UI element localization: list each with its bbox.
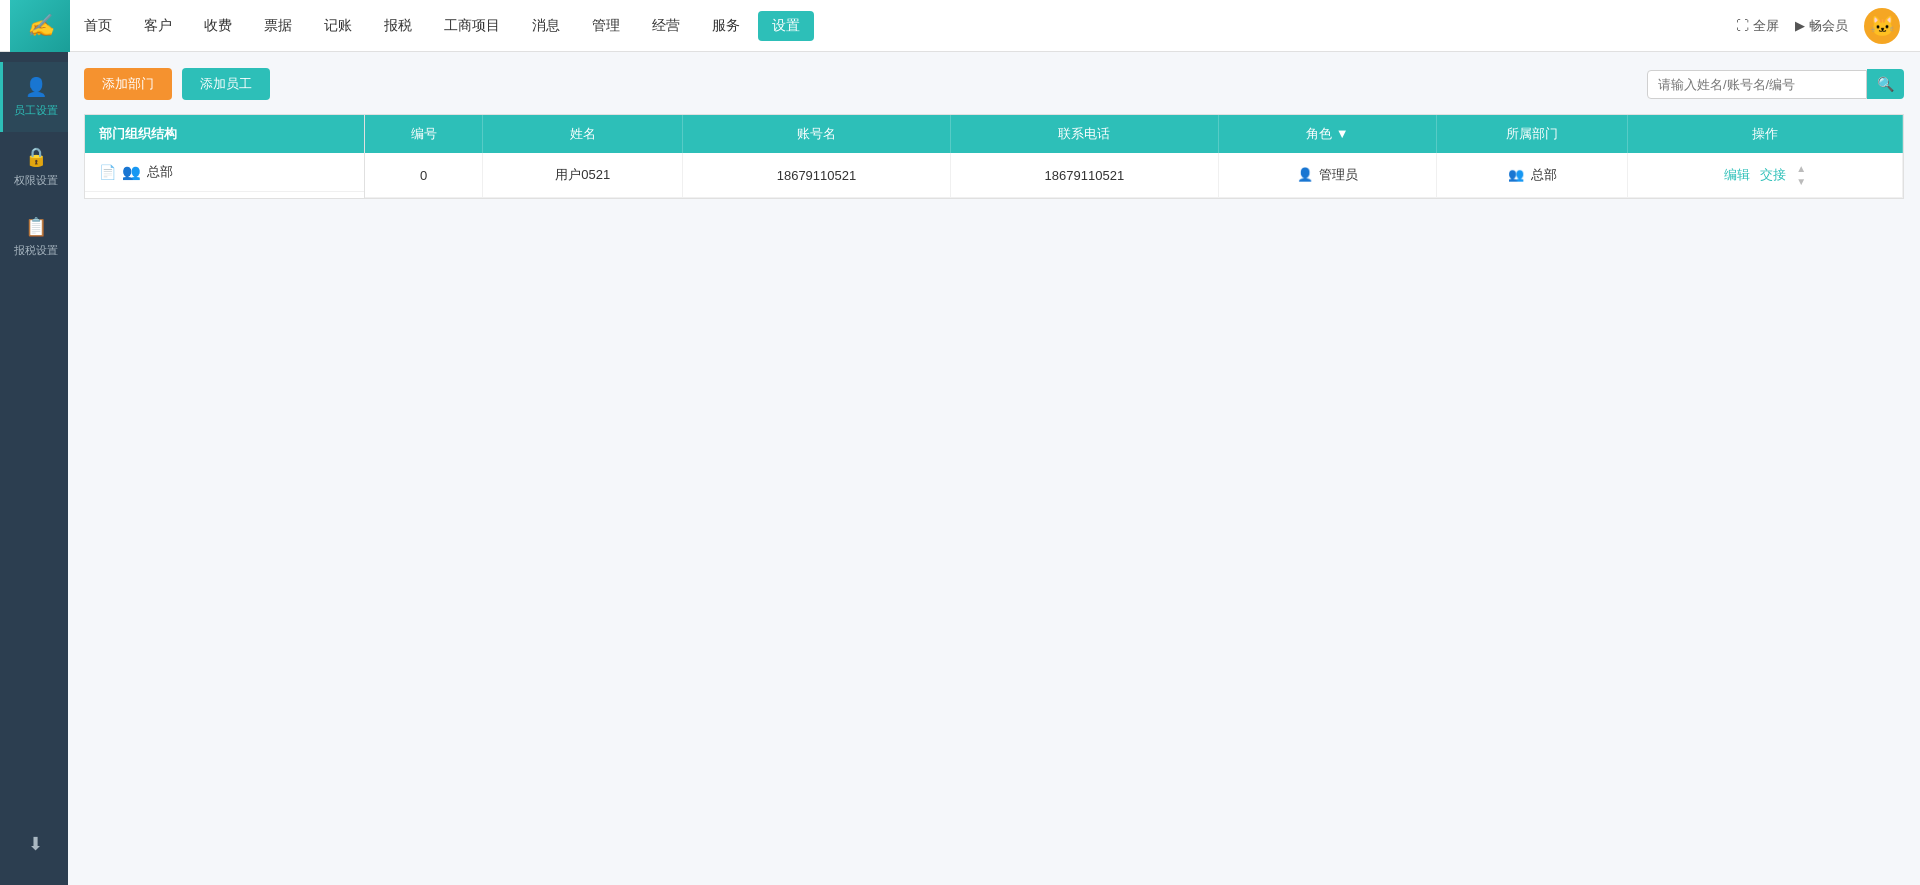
nav-invoice[interactable]: 票据 [250,11,306,41]
fullscreen-label: 全屏 [1753,17,1779,35]
nav-home[interactable]: 首页 [70,11,126,41]
download-icon: ⬇ [28,833,43,855]
avatar[interactable]: 🐱 [1864,8,1900,44]
cell-name: 用户0521 [483,153,683,198]
member-label: 畅会员 [1809,17,1848,35]
nav-fee[interactable]: 收费 [190,11,246,41]
scroll-down-icon[interactable]: ▼ [1796,176,1806,187]
file-icon: 📄 [99,164,116,180]
content-area: 添加部门 添加员工 🔍 部门组织结构 📄 👥 总部 [68,52,1920,885]
search-area: 🔍 [1647,69,1904,99]
dept-user-icon-sm: 👥 [1508,167,1524,182]
tax-icon: 📋 [25,216,47,238]
scroll-up-icon[interactable]: ▲ [1796,163,1806,174]
nav-items: 首页 客户 收费 票据 记账 报税 工商项目 消息 管理 经营 服务 设置 [70,11,1736,41]
dept-tree-item[interactable]: 📄 👥 总部 [85,153,364,192]
sidebar-item-permission-settings[interactable]: 🔒 权限设置 [0,132,68,202]
search-button[interactable]: 🔍 [1867,69,1904,99]
sidebar: 👤 员工设置 🔒 权限设置 📋 报税设置 ⬇ [0,52,68,885]
dept-value: 总部 [1531,167,1557,182]
dept-panel: 部门组织结构 📄 👥 总部 [85,115,365,198]
transfer-link[interactable]: 交接 [1760,166,1786,184]
toolbar: 添加部门 添加员工 🔍 [84,68,1904,100]
add-employee-button[interactable]: 添加员工 [182,68,270,100]
edit-link[interactable]: 编辑 [1724,166,1750,184]
col-phone: 联系电话 [950,115,1218,153]
nav-business[interactable]: 工商项目 [430,11,514,41]
employee-table: 编号 姓名 账号名 联系电话 角色 ▼ 所属部门 操作 0 用户0521 [365,115,1903,198]
cell-dept: 👥 总部 [1437,153,1628,198]
sidebar-item-employee-settings[interactable]: 👤 员工设置 [0,62,68,132]
dept-user-icon: 👥 [122,163,141,181]
col-id: 编号 [365,115,483,153]
col-dept: 所属部门 [1437,115,1628,153]
nav-manage[interactable]: 管理 [578,11,634,41]
nav-tax[interactable]: 报税 [370,11,426,41]
lock-icon: 🔒 [25,146,47,168]
nav-customer[interactable]: 客户 [130,11,186,41]
nav-right: ⛶ 全屏 ▶ 畅会员 🐱 [1736,8,1910,44]
logo: ✍ [10,0,70,52]
op-cell: 编辑 交接 ▲ ▼ [1636,163,1894,187]
cell-role: 👤 管理员 [1218,153,1436,198]
logo-icon: ✍ [27,13,54,39]
sidebar-label-employee: 员工设置 [14,103,58,118]
add-dept-button[interactable]: 添加部门 [84,68,172,100]
col-name: 姓名 [483,115,683,153]
col-account: 账号名 [683,115,951,153]
table-wrapper: 部门组织结构 📄 👥 总部 编号 姓名 账号名 联系电话 [84,114,1904,199]
cell-ops: 编辑 交接 ▲ ▼ [1628,153,1903,198]
main-layout: 👤 员工设置 🔒 权限设置 📋 报税设置 ⬇ 添加部门 添加员工 🔍 [0,52,1920,885]
nav-service[interactable]: 服务 [698,11,754,41]
search-input[interactable] [1647,70,1867,99]
dept-name: 总部 [147,163,173,181]
sidebar-label-tax: 报税设置 [14,243,58,258]
scroll-btns[interactable]: ▲ ▼ [1796,163,1806,187]
nav-message[interactable]: 消息 [518,11,574,41]
member-btn[interactable]: ▶ 畅会员 [1795,17,1848,35]
dept-panel-header: 部门组织结构 [85,115,364,153]
cell-id: 0 [365,153,483,198]
nav-accounting[interactable]: 记账 [310,11,366,41]
table-row: 0 用户0521 18679110521 18679110521 👤 管理员 👥… [365,153,1903,198]
sidebar-item-tax-settings[interactable]: 📋 报税设置 [0,202,68,272]
fullscreen-icon: ⛶ [1736,18,1749,33]
sidebar-download-btn[interactable]: ⬇ [21,819,47,869]
col-role[interactable]: 角色 ▼ [1218,115,1436,153]
sidebar-bottom: ⬇ [21,819,47,869]
sidebar-label-permission: 权限设置 [14,173,58,188]
fullscreen-btn[interactable]: ⛶ 全屏 [1736,17,1779,35]
nav-settings[interactable]: 设置 [758,11,814,41]
cell-account: 18679110521 [683,153,951,198]
member-icon: ▶ [1795,18,1805,33]
top-nav: ✍ 首页 客户 收费 票据 记账 报税 工商项目 消息 管理 经营 服务 设置 … [0,0,1920,52]
cell-phone: 18679110521 [950,153,1218,198]
employee-icon: 👤 [25,76,47,98]
role-user-icon: 👤 [1297,167,1313,182]
nav-operation[interactable]: 经营 [638,11,694,41]
employee-panel: 编号 姓名 账号名 联系电话 角色 ▼ 所属部门 操作 0 用户0521 [365,115,1903,198]
role-value: 管理员 [1319,167,1358,182]
col-ops: 操作 [1628,115,1903,153]
